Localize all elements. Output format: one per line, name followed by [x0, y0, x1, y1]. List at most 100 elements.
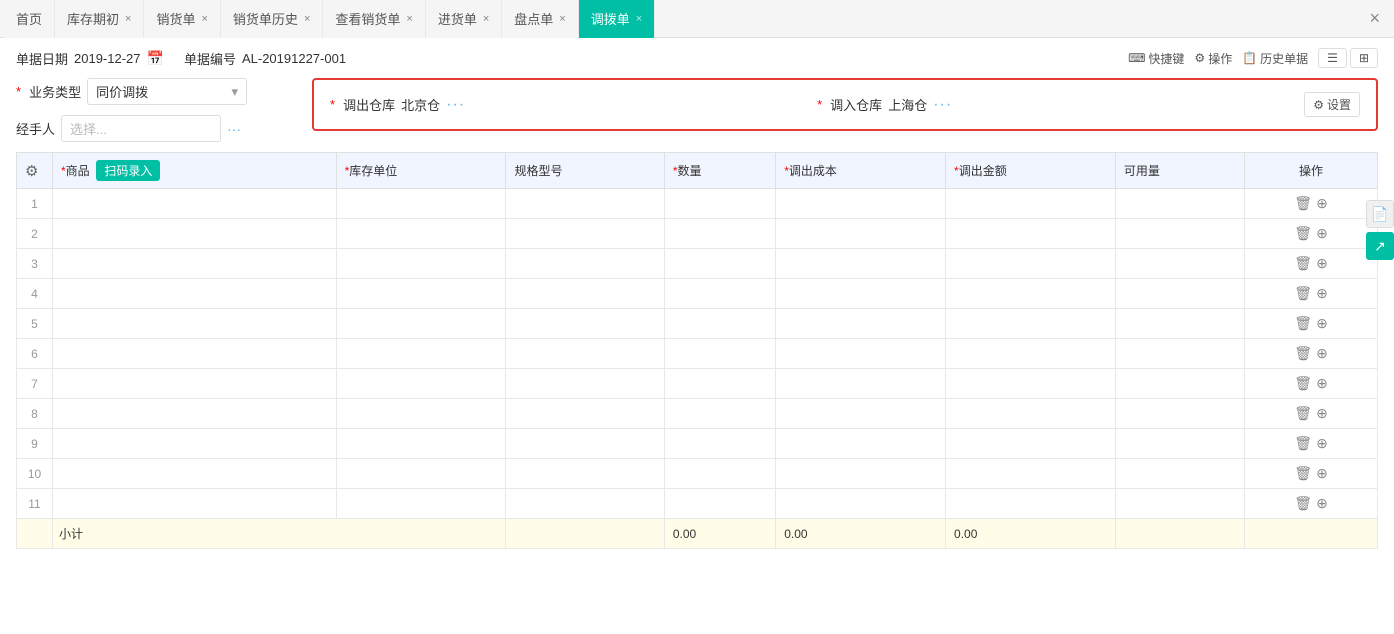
- cell-product[interactable]: [53, 279, 337, 309]
- tab-transfer[interactable]: 调拨单 ×: [579, 0, 655, 38]
- cell-qty[interactable]: [664, 309, 775, 339]
- cell-spec[interactable]: [506, 219, 664, 249]
- cell-qty[interactable]: [664, 459, 775, 489]
- cell-product[interactable]: [53, 489, 337, 519]
- close-tab-inventory-check[interactable]: ×: [559, 13, 565, 25]
- side-expand-btn[interactable]: ↗: [1366, 232, 1394, 260]
- delete-icon[interactable]: 🗑: [1294, 255, 1312, 271]
- cell-amount[interactable]: [946, 429, 1116, 459]
- cell-qty[interactable]: [664, 489, 775, 519]
- cell-cost[interactable]: [776, 429, 946, 459]
- setting-box-btn[interactable]: ⚙ 设置: [1304, 92, 1360, 117]
- cell-spec[interactable]: [506, 489, 664, 519]
- tab-inventory-init[interactable]: 库存期初 ×: [55, 0, 144, 38]
- cell-unit[interactable]: [336, 429, 506, 459]
- cell-product[interactable]: [53, 399, 337, 429]
- history-btn[interactable]: 📋 历史单据: [1242, 50, 1308, 67]
- cell-qty[interactable]: [664, 189, 775, 219]
- cell-qty[interactable]: [664, 339, 775, 369]
- tab-sales-order[interactable]: 销货单 ×: [144, 0, 220, 38]
- delete-icon[interactable]: 🗑: [1294, 405, 1312, 421]
- delete-icon[interactable]: 🗑: [1294, 435, 1312, 451]
- tab-sales-history[interactable]: 销货单历史 ×: [221, 0, 323, 38]
- cell-amount[interactable]: [946, 489, 1116, 519]
- close-tab-purchase[interactable]: ×: [483, 13, 489, 25]
- cell-unit[interactable]: [336, 369, 506, 399]
- cell-qty[interactable]: [664, 279, 775, 309]
- cell-cost[interactable]: [776, 339, 946, 369]
- cell-unit[interactable]: [336, 309, 506, 339]
- cell-qty[interactable]: [664, 249, 775, 279]
- cell-spec[interactable]: [506, 459, 664, 489]
- cell-product[interactable]: [53, 189, 337, 219]
- cell-unit[interactable]: [336, 339, 506, 369]
- cell-spec[interactable]: [506, 369, 664, 399]
- cell-spec[interactable]: [506, 399, 664, 429]
- copy-icon[interactable]: ⊕: [1316, 495, 1328, 511]
- close-tab-sales-order[interactable]: ×: [201, 13, 207, 25]
- in-warehouse-more-icon[interactable]: ···: [933, 96, 952, 114]
- cell-spec[interactable]: [506, 249, 664, 279]
- cell-cost[interactable]: [776, 309, 946, 339]
- cell-product[interactable]: [53, 339, 337, 369]
- cell-available[interactable]: [1115, 399, 1244, 429]
- cell-amount[interactable]: [946, 249, 1116, 279]
- cell-amount[interactable]: [946, 459, 1116, 489]
- cell-amount[interactable]: [946, 279, 1116, 309]
- handler-select[interactable]: 选择...: [61, 115, 221, 142]
- cell-unit[interactable]: [336, 189, 506, 219]
- cell-product[interactable]: [53, 429, 337, 459]
- delete-icon[interactable]: 🗑: [1294, 495, 1312, 511]
- cell-cost[interactable]: [776, 399, 946, 429]
- copy-icon[interactable]: ⊕: [1316, 435, 1328, 451]
- cell-spec[interactable]: [506, 309, 664, 339]
- cell-available[interactable]: [1115, 279, 1244, 309]
- cell-qty[interactable]: [664, 429, 775, 459]
- cell-unit[interactable]: [336, 279, 506, 309]
- cell-spec[interactable]: [506, 429, 664, 459]
- copy-icon[interactable]: ⊕: [1316, 345, 1328, 361]
- delete-icon[interactable]: 🗑: [1294, 315, 1312, 331]
- delete-icon[interactable]: 🗑: [1294, 345, 1312, 361]
- cell-cost[interactable]: [776, 189, 946, 219]
- cell-cost[interactable]: [776, 249, 946, 279]
- cell-available[interactable]: [1115, 249, 1244, 279]
- cell-available[interactable]: [1115, 369, 1244, 399]
- copy-icon[interactable]: ⊕: [1316, 465, 1328, 481]
- cell-cost[interactable]: [776, 369, 946, 399]
- cell-amount[interactable]: [946, 309, 1116, 339]
- calendar-icon[interactable]: 📅: [147, 50, 164, 67]
- cell-available[interactable]: [1115, 489, 1244, 519]
- cell-spec[interactable]: [506, 279, 664, 309]
- close-tab-view-sales[interactable]: ×: [406, 13, 412, 25]
- cell-qty[interactable]: [664, 219, 775, 249]
- close-tab-transfer[interactable]: ×: [636, 13, 642, 25]
- cell-cost[interactable]: [776, 279, 946, 309]
- doc-no-value[interactable]: AL-20191227-001: [242, 51, 346, 66]
- in-warehouse-value[interactable]: 上海仓: [888, 95, 927, 114]
- cell-unit[interactable]: [336, 489, 506, 519]
- delete-icon[interactable]: 🗑: [1294, 285, 1312, 301]
- out-warehouse-more-icon[interactable]: ···: [446, 96, 465, 114]
- gear-icon[interactable]: ⚙: [25, 163, 38, 180]
- copy-icon[interactable]: ⊕: [1316, 405, 1328, 421]
- tab-home[interactable]: 首页: [4, 0, 55, 38]
- cell-spec[interactable]: [506, 339, 664, 369]
- close-tab-sales-history[interactable]: ×: [304, 13, 310, 25]
- cell-available[interactable]: [1115, 309, 1244, 339]
- cell-amount[interactable]: [946, 399, 1116, 429]
- delete-icon[interactable]: 🗑: [1294, 225, 1312, 241]
- business-type-select[interactable]: 同价调拨 ▾: [87, 78, 247, 105]
- cell-spec[interactable]: [506, 189, 664, 219]
- cell-amount[interactable]: [946, 339, 1116, 369]
- delete-icon[interactable]: 🗑: [1294, 375, 1312, 391]
- cell-qty[interactable]: [664, 369, 775, 399]
- cell-available[interactable]: [1115, 189, 1244, 219]
- operate-btn[interactable]: ⚙ 操作: [1194, 50, 1232, 67]
- cell-amount[interactable]: [946, 369, 1116, 399]
- cell-unit[interactable]: [336, 249, 506, 279]
- copy-icon[interactable]: ⊕: [1316, 375, 1328, 391]
- tab-inventory-check[interactable]: 盘点单 ×: [502, 0, 578, 38]
- date-value[interactable]: 2019-12-27: [74, 51, 141, 66]
- cell-available[interactable]: [1115, 339, 1244, 369]
